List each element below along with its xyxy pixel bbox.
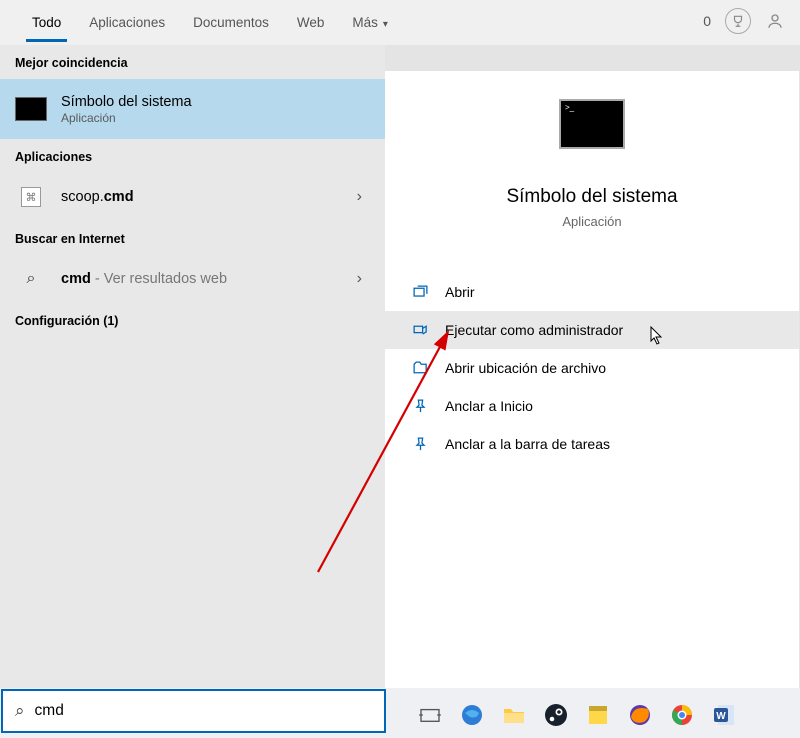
web-header: Buscar en Internet [0, 221, 385, 255]
result-best-match[interactable]: Símbolo del sistema Aplicación [0, 79, 385, 139]
trophy-icon[interactable] [725, 8, 751, 34]
pin-icon [411, 397, 429, 415]
result-app-scoop-cmd[interactable]: ⌘ scoop.cmd › [0, 173, 385, 221]
tab-aplicaciones[interactable]: Aplicaciones [75, 3, 179, 42]
explorer-icon[interactable] [500, 701, 528, 729]
notes-icon[interactable] [584, 701, 612, 729]
cmd-icon [15, 97, 47, 121]
results-pane: Mejor coincidencia Símbolo del sistema A… [0, 45, 385, 688]
open-icon [411, 283, 429, 301]
result-web-cmd[interactable]: ⌕ cmd - Ver resultados web › [0, 255, 385, 303]
firefox-icon[interactable] [626, 701, 654, 729]
action-pin-start[interactable]: Anclar a Inicio [385, 387, 799, 425]
action-run-admin[interactable]: Ejecutar como administrador [385, 311, 799, 349]
search-input[interactable] [35, 702, 372, 720]
steam-icon[interactable] [542, 701, 570, 729]
svg-text:W: W [716, 711, 726, 722]
taskview-icon[interactable] [416, 701, 444, 729]
best-match-header: Mejor coincidencia [0, 45, 385, 79]
search-icon: ⌕ [27, 270, 36, 288]
account-icon[interactable] [765, 11, 785, 31]
action-open[interactable]: Abrir [385, 273, 799, 311]
preview-subtitle: Aplicación [385, 214, 799, 229]
chevron-down-icon: ▾ [383, 19, 388, 30]
chevron-right-icon: › [357, 270, 370, 288]
chrome-icon[interactable] [668, 701, 696, 729]
shield-icon [411, 321, 429, 339]
taskbar: ⌕ W [0, 688, 800, 738]
tab-mas[interactable]: Más▾ [338, 3, 402, 42]
search-icon: ⌕ [15, 701, 25, 721]
preview-app-icon [559, 99, 625, 149]
search-box[interactable]: ⌕ [1, 689, 386, 733]
apps-header: Aplicaciones [0, 139, 385, 173]
edge-icon[interactable] [458, 701, 486, 729]
tab-todo[interactable]: Todo [18, 3, 75, 42]
result-title: Símbolo del sistema [61, 94, 370, 110]
folder-icon [411, 359, 429, 377]
rewards-count: 0 [703, 13, 711, 29]
preview-pane: Símbolo del sistema Aplicación Abrir Eje… [385, 71, 799, 688]
chevron-right-icon: › [357, 188, 370, 206]
tab-documentos[interactable]: Documentos [179, 3, 283, 42]
word-icon[interactable]: W [710, 701, 738, 729]
result-subtitle: Aplicación [61, 111, 370, 125]
action-open-location[interactable]: Abrir ubicación de archivo [385, 349, 799, 387]
pin-icon [411, 435, 429, 453]
config-header[interactable]: Configuración (1) [0, 303, 385, 337]
tab-web[interactable]: Web [283, 3, 339, 42]
action-pin-taskbar[interactable]: Anclar a la barra de tareas [385, 425, 799, 463]
file-icon: ⌘ [21, 187, 41, 207]
preview-title: Símbolo del sistema [385, 186, 799, 208]
tabs-bar: Todo Aplicaciones Documentos Web Más▾ 0 [0, 0, 800, 45]
